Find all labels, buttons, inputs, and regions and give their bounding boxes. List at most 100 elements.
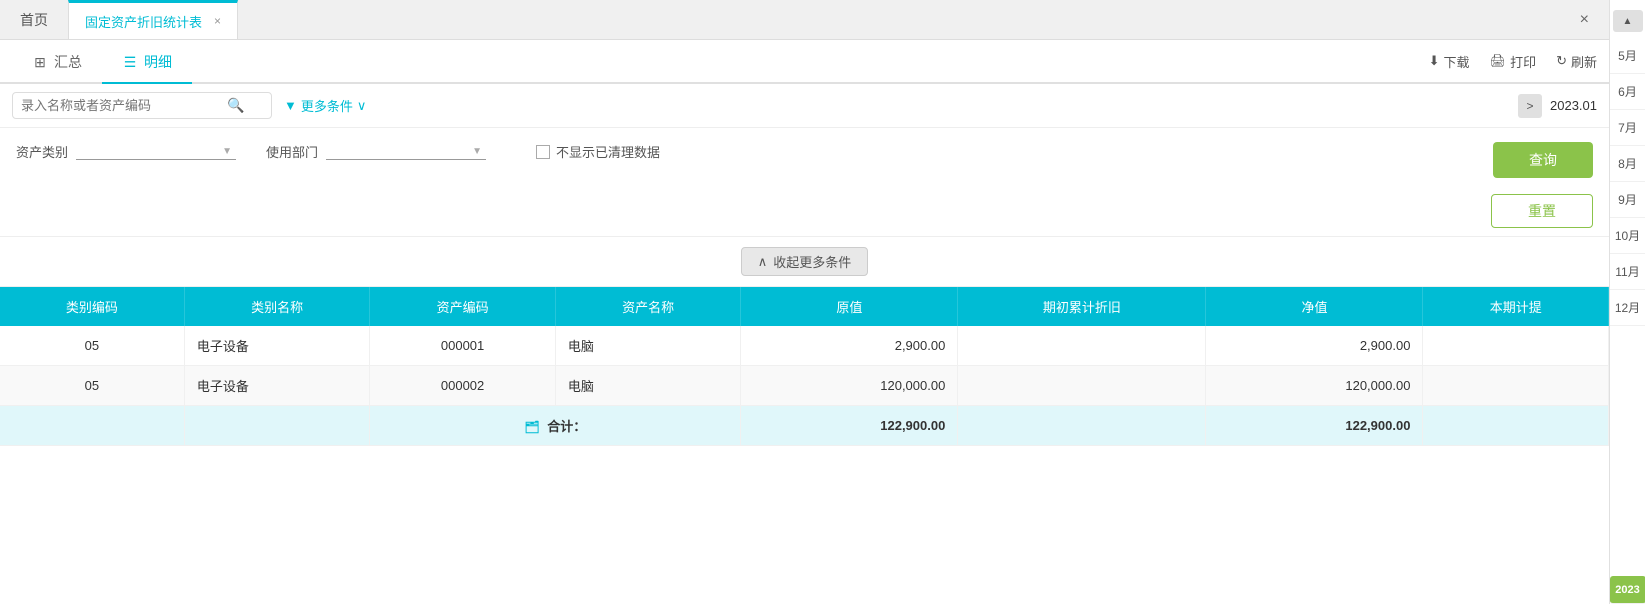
download-icon: ⬇ (1429, 53, 1440, 69)
hide-cleared-wrap: 不显示已清理数据 (536, 142, 660, 161)
year-badge[interactable]: 2023 (1610, 576, 1645, 604)
total-current-dep (1423, 406, 1609, 446)
row1-category-name: 电子设备 (184, 326, 370, 366)
month-8[interactable]: 8月 (1610, 146, 1645, 182)
tab-detail[interactable]: ☰ 明细 (102, 42, 192, 84)
sidebar-up-button[interactable]: ▲ (1613, 10, 1643, 32)
hide-cleared-checkbox[interactable] (536, 145, 550, 159)
sidebar-months: 5月 6月 7月 8月 9月 10月 11月 12月 (1610, 38, 1645, 326)
close-icon: × (1580, 11, 1589, 28)
refresh-label: 刷新 (1571, 52, 1597, 71)
download-button[interactable]: ⬇ 下载 (1429, 52, 1470, 71)
table-row: 05 电子设备 000001 电脑 2,900.00 2,900.00 (0, 326, 1609, 366)
col-asset-name: 资产名称 (555, 287, 741, 326)
asset-category-filter: 资产类别 ▼ (16, 142, 236, 161)
row2-asset-code: 000002 (370, 366, 556, 406)
row2-net-value: 120,000.00 (1206, 366, 1423, 406)
month-5[interactable]: 5月 (1610, 38, 1645, 74)
right-sidebar: ▲ 5月 6月 7月 8月 9月 10月 11月 12月 2023 (1609, 0, 1645, 604)
department-filter: 使用部门 ▼ (266, 142, 486, 161)
tab-summary[interactable]: ⊞ 汇总 (12, 42, 102, 84)
chevron-up-icon: ∧ (758, 254, 768, 270)
home-tab[interactable]: 首页 (0, 0, 68, 39)
search-input-wrap[interactable]: 🔍 (12, 92, 272, 119)
department-label: 使用部门 (266, 142, 318, 161)
date-label: 2023.01 (1550, 98, 1597, 113)
filter-buttons: 查询 重置 (1491, 142, 1593, 228)
row2-accumulated-dep (958, 366, 1206, 406)
department-select[interactable]: ▼ (326, 144, 486, 160)
summary-icon: ⊞ (32, 54, 48, 70)
refresh-icon: ↻ (1556, 53, 1567, 69)
month-9[interactable]: 9月 (1610, 182, 1645, 218)
row2-original-value: 120,000.00 (741, 366, 958, 406)
print-label: 打印 (1510, 52, 1536, 71)
table-header-row: 类别编码 类别名称 资产编码 资产名称 原值 期初累计折旧 净值 本期计提 (0, 287, 1609, 326)
row1-original-value: 2,900.00 (741, 326, 958, 366)
tab-close-icon[interactable]: × (214, 14, 221, 28)
col-current-depreciation: 本期计提 (1423, 287, 1609, 326)
department-arrow-icon: ▼ (472, 146, 482, 157)
col-category-name: 类别名称 (184, 287, 370, 326)
more-conditions-button[interactable]: ▼ 更多条件 ∨ (284, 96, 366, 115)
total-col1 (0, 406, 184, 446)
hide-cleared-label: 不显示已清理数据 (556, 142, 660, 161)
refresh-button[interactable]: ↻ 刷新 (1556, 52, 1597, 71)
date-nav: > 2023.01 (1518, 94, 1597, 118)
query-button[interactable]: 查询 (1493, 142, 1593, 178)
total-col2 (184, 406, 370, 446)
total-original-value: 122,900.00 (741, 406, 958, 446)
print-icon: 🖨 (1490, 53, 1507, 69)
search-bar: 🔍 ▼ 更多条件 ∨ > 2023.01 (0, 84, 1609, 128)
table-wrap: 类别编码 类别名称 资产编码 资产名称 原值 期初累计折旧 净值 本期计提 05… (0, 287, 1609, 604)
search-input[interactable] (21, 98, 221, 113)
filter-area: 资产类别 ▼ 使用部门 ▼ (0, 128, 1609, 237)
col-asset-code: 资产编码 (370, 287, 556, 326)
filter-icon: ▼ (284, 98, 297, 113)
collapse-button[interactable]: ∧ 收起更多条件 (741, 247, 869, 276)
asset-category-arrow-icon: ▼ (222, 146, 232, 157)
row2-asset-name: 电脑 (555, 366, 741, 406)
col-category-code: 类别编码 (0, 287, 184, 326)
date-nav-arrow[interactable]: > (1518, 94, 1542, 118)
detail-tab-label: 明细 (144, 52, 172, 72)
row1-current-dep (1423, 326, 1609, 366)
download-label: 下载 (1444, 52, 1470, 71)
detail-icon: ☰ (122, 54, 138, 70)
row1-asset-name: 电脑 (555, 326, 741, 366)
col-net-value: 净值 (1206, 287, 1423, 326)
window-close-button[interactable]: × (1560, 11, 1609, 29)
more-conditions-label: 更多条件 (301, 96, 353, 115)
row1-net-value: 2,900.00 (1206, 326, 1423, 366)
total-row: 🗂 合计： 122,900.00 122,900.00 (0, 406, 1609, 446)
month-7[interactable]: 7月 (1610, 110, 1645, 146)
active-tab[interactable]: 固定资产折旧统计表 × (68, 0, 238, 39)
month-10[interactable]: 10月 (1610, 218, 1645, 254)
col-original-value: 原值 (741, 287, 958, 326)
active-tab-label: 固定资产折旧统计表 (85, 12, 202, 31)
row1-asset-code: 000001 (370, 326, 556, 366)
month-11[interactable]: 11月 (1610, 254, 1645, 290)
total-net-value: 122,900.00 (1206, 406, 1423, 446)
month-12[interactable]: 12月 (1610, 290, 1645, 326)
asset-category-select[interactable]: ▼ (76, 144, 236, 160)
month-6[interactable]: 6月 (1610, 74, 1645, 110)
sub-tab-bar: ⊞ 汇总 ☰ 明细 ⬇ 下载 🖨 打印 ↻ 刷新 (0, 40, 1609, 84)
home-tab-label: 首页 (20, 10, 48, 30)
search-icon: 🔍 (227, 97, 244, 114)
row2-category-code: 05 (0, 366, 184, 406)
row1-accumulated-dep (958, 326, 1206, 366)
summary-tab-label: 汇总 (54, 52, 82, 72)
table-row: 05 电子设备 000002 电脑 120,000.00 120,000.00 (0, 366, 1609, 406)
reset-button[interactable]: 重置 (1491, 194, 1593, 228)
print-button[interactable]: 🖨 打印 (1490, 52, 1537, 71)
collapse-bar: ∧ 收起更多条件 (0, 237, 1609, 287)
asset-category-label: 资产类别 (16, 142, 68, 161)
chevron-down-icon: ∨ (357, 98, 367, 114)
sidebar-nav-up: ▲ (1610, 4, 1645, 38)
col-accumulated-depreciation: 期初累计折旧 (958, 287, 1206, 326)
total-accumulated-dep (958, 406, 1206, 446)
total-label: 合计： (547, 419, 586, 434)
total-col3: 🗂 合计： (370, 406, 741, 446)
row2-current-dep (1423, 366, 1609, 406)
